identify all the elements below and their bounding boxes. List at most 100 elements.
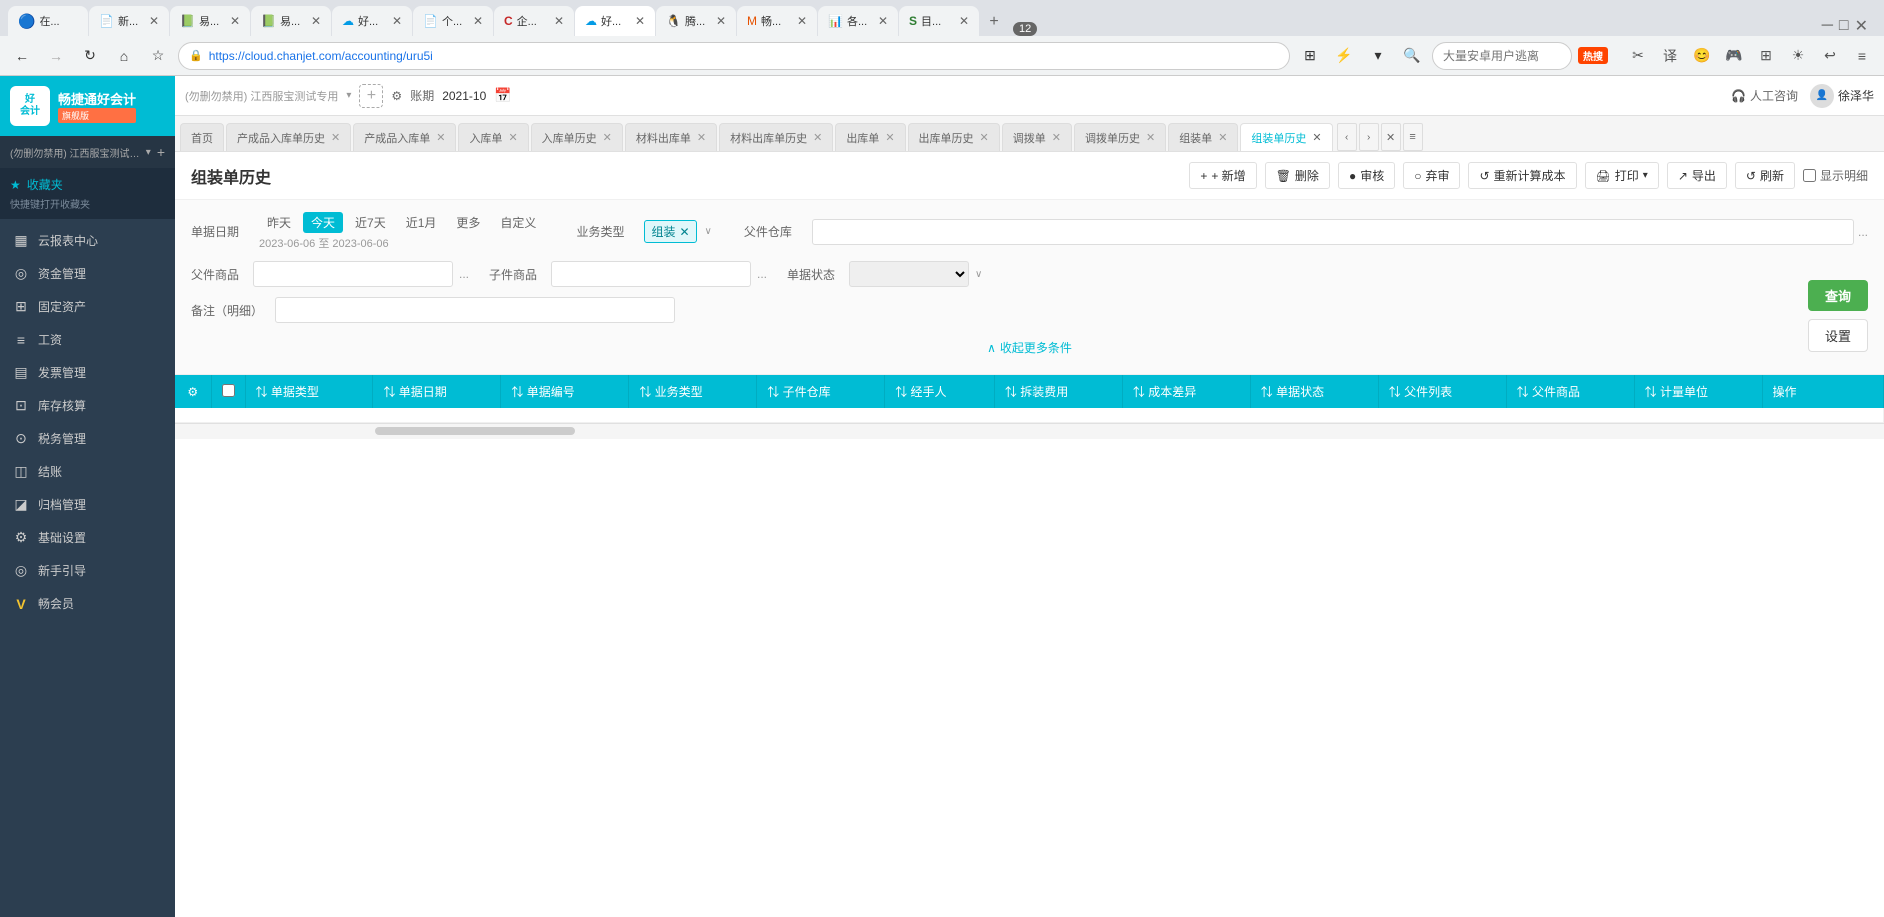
browser-tab-6[interactable]: 📄 个... ✕ (413, 6, 493, 36)
sidebar-company[interactable]: (勿删勿禁用) 江西服宝测试专用 ▾ + (0, 136, 175, 168)
gear-settings-btn[interactable]: ⚙ (391, 89, 402, 103)
parent-goods-more[interactable]: ... (459, 267, 469, 281)
browser-tab-8[interactable]: ☁ 好... ✕ (575, 6, 655, 36)
sidebar-item-tax[interactable]: ⊙ 税务管理 (0, 422, 175, 455)
sidebar-item-invoice[interactable]: ▤ 发票管理 (0, 356, 175, 389)
refresh-button[interactable]: ↺ 刷新 (1735, 162, 1795, 189)
col-type[interactable]: ⇅ 单据类型 (245, 375, 373, 408)
col-cost-diff[interactable]: ⇅ 成本差异 (1122, 375, 1250, 408)
col-date[interactable]: ⇅ 单据日期 (373, 375, 501, 408)
app-tab-assemble-history[interactable]: 调拨单历史 ✕ (1074, 123, 1166, 151)
sidebar-favorites[interactable]: ★ 收藏夹 快捷键打开收藏夹 (0, 168, 175, 219)
service-btn[interactable]: 🎧 人工咨询 (1731, 87, 1798, 104)
sidebar-item-archive[interactable]: ◪ 归档管理 (0, 488, 175, 521)
tab-close-7[interactable]: ✕ (554, 14, 564, 28)
browser-tab-5[interactable]: ☁ 好... ✕ (332, 6, 412, 36)
parent-warehouse-more[interactable]: ... (1858, 225, 1868, 239)
col-handler[interactable]: ⇅ 经手人 (885, 375, 995, 408)
tab-scroll-right[interactable]: › (1359, 123, 1379, 151)
app-tab-prod-in[interactable]: 产成品入库单 ✕ (353, 123, 456, 151)
tab-close-2[interactable]: ✕ (149, 14, 159, 28)
browser-tab-10[interactable]: M 畅... ✕ (737, 6, 817, 36)
tab-close-out-history[interactable]: ✕ (980, 131, 989, 144)
tab-close-assembly-history[interactable]: ✕ (1312, 131, 1321, 144)
menu-btn[interactable]: ≡ (1848, 42, 1876, 70)
qr-button[interactable]: ⊞ (1296, 42, 1324, 70)
user-area[interactable]: 👤 徐泽华 (1810, 84, 1874, 108)
recalculate-button[interactable]: ↺ 重新计算成本 (1468, 162, 1576, 189)
date-tab-today[interactable]: 今天 (303, 212, 343, 233)
translate-btn[interactable]: 译 (1656, 42, 1684, 70)
tab-close-mat-out-history[interactable]: ✕ (813, 131, 822, 144)
sidebar-item-settings[interactable]: ⚙ 基础设置 (0, 521, 175, 554)
tab-close-assemble[interactable]: ✕ (1052, 131, 1061, 144)
filter-collapse-btn[interactable]: ∧ 收起更多条件 (191, 333, 1868, 362)
calendar-icon[interactable]: 📅 (494, 87, 511, 104)
scissors-btn[interactable]: ✂ (1624, 42, 1652, 70)
tab-close-mat-out[interactable]: ✕ (697, 131, 706, 144)
print-dropdown[interactable]: ▾ (1643, 170, 1648, 181)
app-tab-in-order[interactable]: 入库单 ✕ (458, 123, 528, 151)
sidebar-item-checkout[interactable]: ◫ 结账 (0, 455, 175, 488)
col-number[interactable]: ⇅ 单据编号 (501, 375, 629, 408)
date-tab-more[interactable]: 更多 (448, 212, 488, 233)
tab-close-11[interactable]: ✕ (878, 14, 888, 28)
app-tab-home[interactable]: 首页 (180, 123, 224, 151)
col-checkbox[interactable] (211, 375, 245, 408)
tab-close-assembly-order[interactable]: ✕ (1218, 131, 1227, 144)
app-tab-out-history[interactable]: 出库单历史 ✕ (908, 123, 1000, 151)
query-button[interactable]: 查询 (1808, 280, 1868, 311)
app-tab-assembly-history[interactable]: 组装单历史 ✕ (1240, 123, 1332, 151)
tab-close-assemble-history[interactable]: ✕ (1146, 131, 1155, 144)
col-gear[interactable]: ⚙ (175, 375, 211, 408)
export-button[interactable]: ↗ 导出 (1667, 162, 1727, 189)
select-all-checkbox[interactable] (222, 384, 235, 397)
remarks-input[interactable] (275, 297, 675, 323)
tab-close-9[interactable]: ✕ (716, 14, 726, 28)
home-button[interactable]: ⌂ (110, 42, 138, 70)
back-button[interactable]: ← (8, 42, 36, 70)
maximize-btn[interactable]: □ (1839, 17, 1849, 35)
tab-close-prod-in[interactable]: ✕ (436, 131, 445, 144)
browser-tab-7[interactable]: C 企... ✕ (494, 6, 574, 36)
app-tab-assembly-order[interactable]: 组装单 ✕ (1168, 123, 1238, 151)
undo-btn[interactable]: ↩ (1816, 42, 1844, 70)
col-disassemble-fee[interactable]: ⇅ 拆装费用 (994, 375, 1122, 408)
biz-type-dropdown[interactable]: ∨ (705, 226, 712, 237)
tab-close-12[interactable]: ✕ (959, 14, 969, 28)
tab-more-btn[interactable]: ≡ (1403, 123, 1423, 151)
col-child-warehouse[interactable]: ⇅ 子件仓库 (757, 375, 885, 408)
close-tab-btn[interactable]: ✕ (1381, 123, 1401, 151)
status-select[interactable] (849, 261, 969, 287)
date-tab-last7[interactable]: 近7天 (347, 212, 394, 233)
child-goods-input[interactable] (551, 261, 751, 287)
app-tab-mat-out[interactable]: 材料出库单 ✕ (625, 123, 717, 151)
tab-close-prod-in-history[interactable]: ✕ (331, 131, 340, 144)
settings-query-button[interactable]: 设置 (1808, 319, 1868, 352)
bookmark-button[interactable]: ☆ (144, 42, 172, 70)
show-detail-checkbox[interactable] (1803, 169, 1816, 182)
add-btn[interactable]: + (359, 84, 383, 108)
app-tab-out-order[interactable]: 出库单 ✕ (835, 123, 905, 151)
close-window-btn[interactable]: ✕ (1855, 16, 1868, 36)
sidebar-item-payroll[interactable]: ≡ 工资 (0, 323, 175, 356)
tab-close-6[interactable]: ✕ (473, 14, 483, 28)
tab-close-in-history[interactable]: ✕ (603, 131, 612, 144)
col-parent-list[interactable]: ⇅ 父件列表 (1378, 375, 1506, 408)
minimize-btn[interactable]: ─ (1822, 17, 1833, 35)
child-goods-more[interactable]: ... (757, 267, 767, 281)
grid-btn[interactable]: ⊞ (1752, 42, 1780, 70)
tab-close-10[interactable]: ✕ (797, 14, 807, 28)
browser-tab-11[interactable]: 📊 各... ✕ (818, 6, 898, 36)
add-button[interactable]: + + 新增 (1189, 162, 1256, 189)
sidebar-item-cloud-report[interactable]: ▦ 云报表中心 (0, 224, 175, 257)
tab-close-4[interactable]: ✕ (311, 14, 321, 28)
theme-btn[interactable]: ☀ (1784, 42, 1812, 70)
search-input[interactable] (1432, 42, 1572, 70)
tab-close-in-order[interactable]: ✕ (508, 131, 517, 144)
date-tab-custom[interactable]: 自定义 (492, 212, 544, 233)
col-biz-type[interactable]: ⇅ 业务类型 (629, 375, 757, 408)
dropdown-button[interactable]: ▾ (1364, 42, 1392, 70)
browser-tab-2[interactable]: 📄 新... ✕ (89, 6, 169, 36)
sidebar-item-guide[interactable]: ◎ 新手引导 (0, 554, 175, 587)
